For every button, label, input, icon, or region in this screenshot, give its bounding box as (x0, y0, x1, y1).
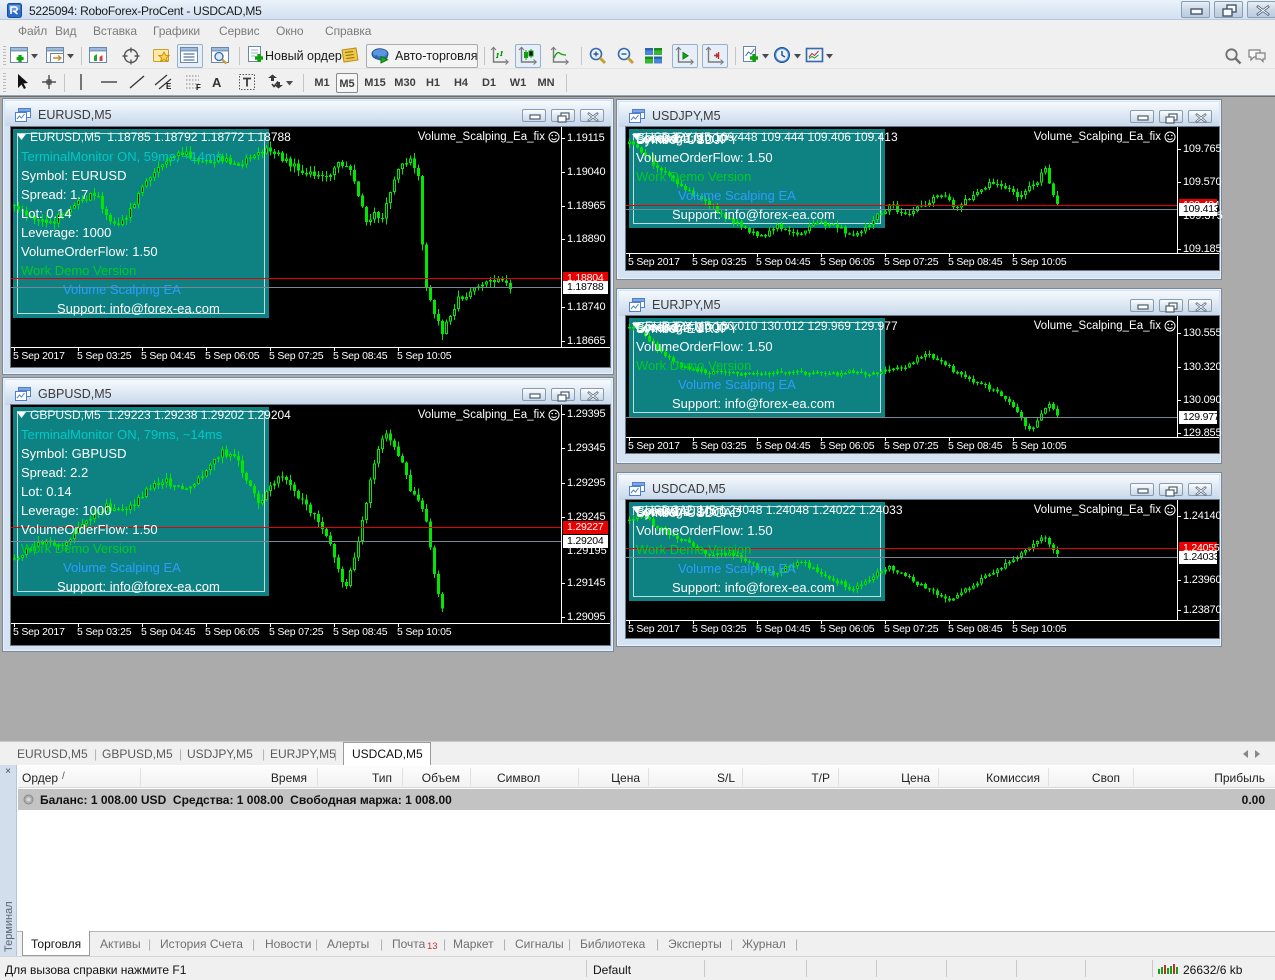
svg-text:F: F (196, 83, 201, 91)
svg-text:E: E (166, 82, 172, 91)
